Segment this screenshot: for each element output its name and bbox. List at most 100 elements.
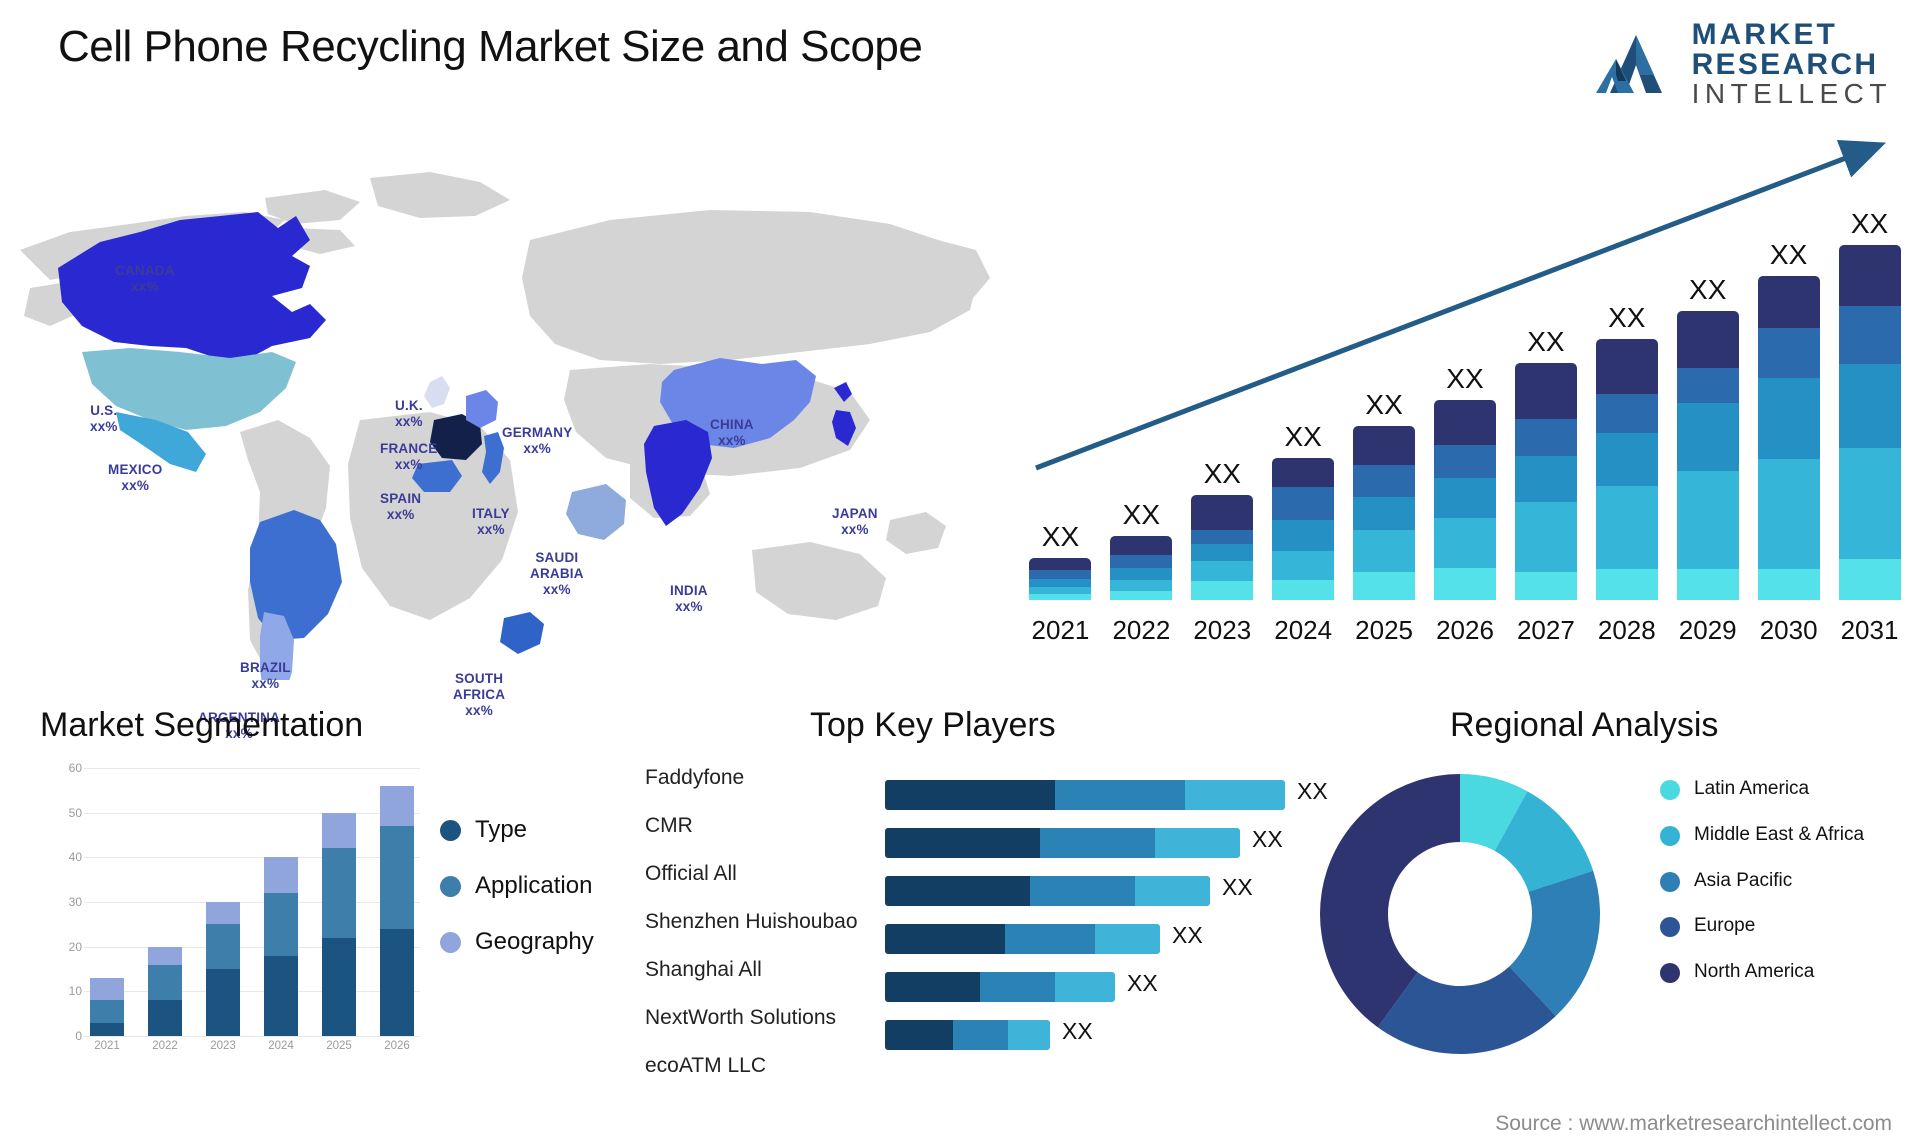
map-label-u-k: U.K. xx% xyxy=(395,398,423,429)
legend-dot-icon xyxy=(440,875,461,897)
segmentation-x-tick: 2026 xyxy=(384,1040,410,1052)
growth-bar-column: XX xyxy=(1425,363,1506,600)
key-player-value-label: XX xyxy=(1172,922,1203,948)
growth-bar-segment xyxy=(1353,496,1416,530)
top-key-players-section: Top Key Players Faddyfone XX CMR XX Official… xyxy=(645,706,1328,1126)
growth-bars: XX XX XX XX XX XX XX XX XX XX XX xyxy=(1020,180,1910,600)
mountain-logo-icon xyxy=(1594,31,1678,97)
growth-bar-segment xyxy=(1757,328,1820,379)
segmentation-y-tick: 60 xyxy=(68,761,82,775)
growth-bar-segment xyxy=(1272,550,1335,580)
growth-bar-segment xyxy=(1514,571,1577,600)
page-title: Cell Phone Recycling Market Size and Sco… xyxy=(58,22,923,71)
segmentation-bar-segment xyxy=(322,937,356,1036)
growth-stacked-bar xyxy=(1353,426,1416,600)
growth-stacked-bar xyxy=(1029,557,1092,600)
growth-bar-column: XX xyxy=(1182,458,1263,600)
growth-bar-segment xyxy=(1676,471,1739,570)
segmentation-bar-column xyxy=(380,768,414,1036)
key-player-row: NextWorth Solutions XX xyxy=(645,994,1305,1050)
country-south-africa xyxy=(500,612,544,654)
growth-bar-segment xyxy=(1757,458,1820,570)
growth-bar-segment xyxy=(1029,557,1092,571)
growth-bar-segment xyxy=(1029,578,1092,587)
segmentation-y-tick: 10 xyxy=(68,984,82,999)
growth-bar-segment xyxy=(1191,543,1254,562)
growth-x-axis: 2021 2022 2023 2024 2025 2026 2027 2028 2029 2030… xyxy=(1020,615,1910,646)
growth-year-label: 2026 xyxy=(1436,615,1494,645)
growth-bar-segment xyxy=(1838,245,1901,307)
segmentation-bar-segment xyxy=(322,812,356,849)
growth-bar-segment xyxy=(1838,558,1901,600)
growth-stacked-bar xyxy=(1838,245,1901,600)
segmentation-bars xyxy=(84,768,420,1036)
logo-wordmark: MARKET RESEARCH INTELLECT xyxy=(1692,20,1892,108)
regional-legend-item: Middle East & Africa xyxy=(1660,824,1864,847)
growth-bar-segment xyxy=(1838,364,1901,449)
growth-year-label: 2027 xyxy=(1516,615,1575,645)
segmentation-stacked-bar xyxy=(380,785,414,1036)
growth-bar-value-label: XX xyxy=(1608,301,1646,333)
growth-year-label: 2022 xyxy=(1112,615,1171,645)
growth-bar-segment xyxy=(1514,456,1577,502)
logo-line-market: MARKET xyxy=(1691,18,1838,51)
segmentation-bar-segment xyxy=(90,1000,124,1023)
growth-bar-segment xyxy=(1676,367,1739,403)
map-label-india: INDIA xx% xyxy=(670,583,708,614)
segmentation-y-tick: 40 xyxy=(68,850,82,865)
segmentation-legend-item: Type xyxy=(440,816,594,844)
growth-stacked-bar xyxy=(1595,338,1658,600)
brand-logo: MARKET RESEARCH INTELLECT xyxy=(1594,20,1892,108)
growth-bar-segment xyxy=(1595,394,1658,434)
segmentation-bar-segment xyxy=(206,902,240,925)
regional-analysis-title: Regional Analysis xyxy=(1450,706,1719,744)
regional-legend-label: Middle East & Africa xyxy=(1694,823,1865,845)
segmentation-bar-column xyxy=(148,768,182,1036)
segmentation-bar-segment xyxy=(90,1022,124,1036)
legend-dot-icon xyxy=(1660,825,1680,846)
regional-legend-label: Asia Pacific xyxy=(1694,869,1793,891)
segmentation-legend-label: Geography xyxy=(475,928,594,955)
top-key-players-rows: Faddyfone XX CMR XX Official All XX Shenzhen H… xyxy=(645,754,1328,1090)
key-player-row: Shenzhen Huishoubao XX xyxy=(645,898,1305,954)
segmentation-bar-column xyxy=(322,768,356,1036)
growth-bar-segment xyxy=(1433,568,1496,600)
growth-bar-segment xyxy=(1514,363,1577,420)
legend-dot-icon xyxy=(1660,963,1680,984)
growth-bar-column: XX xyxy=(1505,326,1586,600)
growth-stacked-bar xyxy=(1272,458,1335,600)
growth-bar-segment xyxy=(1272,458,1335,487)
segmentation-bar-segment xyxy=(264,955,298,1036)
growth-bar-segment xyxy=(1514,419,1577,457)
growth-bar-segment xyxy=(1838,306,1901,365)
legend-dot-icon xyxy=(440,819,461,841)
segmentation-y-tick: 30 xyxy=(68,895,82,909)
legend-dot-icon xyxy=(1660,871,1680,892)
key-player-label: Shenzhen Huishoubao xyxy=(645,910,858,933)
growth-bar-segment xyxy=(1676,402,1739,472)
key-player-label: Faddyfone xyxy=(645,766,745,789)
segmentation-legend-label: Type xyxy=(475,816,528,843)
growth-bar-segment xyxy=(1029,586,1092,594)
segmentation-x-tick: 2022 xyxy=(152,1040,178,1052)
source-text: Source : www.marketresearchintellect.com xyxy=(1495,1112,1892,1135)
regional-legend-label: Latin America xyxy=(1694,778,1810,799)
top-key-players-title: Top Key Players xyxy=(810,706,1056,744)
segmentation-stacked-bar xyxy=(322,812,356,1036)
segmentation-bar-segment xyxy=(380,826,414,929)
growth-bar-segment xyxy=(1757,378,1820,459)
segmentation-x-axis: 2021 2022 2023 2024 2025 2026 xyxy=(84,1040,420,1052)
segmentation-stacked-bar xyxy=(90,977,124,1036)
growth-bar-segment xyxy=(1110,567,1173,580)
market-segmentation-plot: 0 10 20 30 40 50 60 2021 2022 2023 2024 2025 2026 xyxy=(50,761,420,1052)
growth-bar-segment xyxy=(1757,275,1820,329)
growth-stacked-bar xyxy=(1676,310,1739,600)
growth-bar-column: XX xyxy=(1344,389,1425,600)
segmentation-bar-segment xyxy=(264,893,298,956)
world-map-svg xyxy=(20,172,990,680)
key-player-value-label: XX xyxy=(1127,970,1158,996)
segmentation-bar-segment xyxy=(148,964,182,1001)
segmentation-y-tick: 20 xyxy=(68,939,82,954)
segmentation-y-tick: 50 xyxy=(68,805,82,820)
segmentation-bar-segment xyxy=(264,857,298,894)
